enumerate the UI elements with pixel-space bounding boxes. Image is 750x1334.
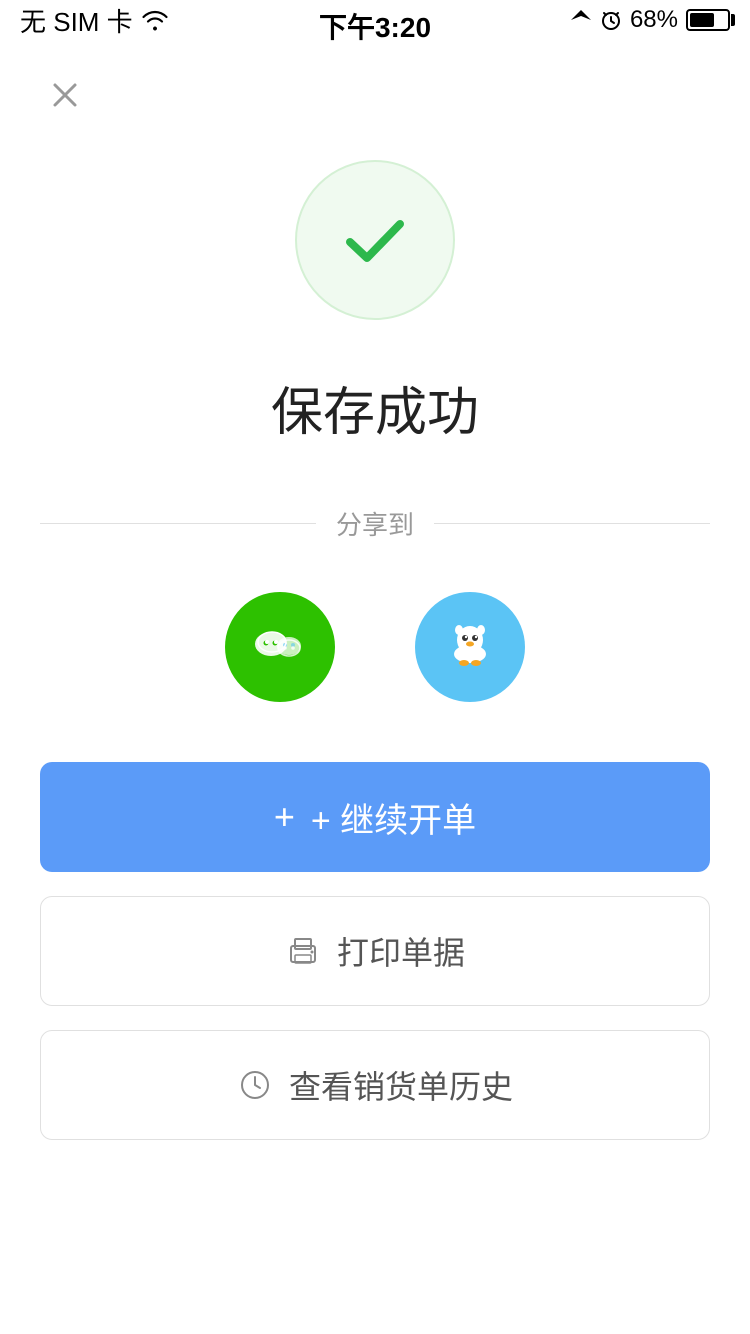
location-icon bbox=[570, 9, 592, 31]
close-icon bbox=[47, 77, 83, 113]
divider-left bbox=[40, 523, 316, 524]
success-title: 保存成功 bbox=[271, 370, 479, 445]
share-divider: 分享到 bbox=[40, 505, 710, 542]
alarm-icon bbox=[600, 9, 622, 31]
status-left: 无 SIM 卡 bbox=[20, 2, 169, 39]
main-content: 保存成功 分享到 bbox=[0, 120, 750, 1334]
status-bar: 无 SIM 卡 下午3:20 68% bbox=[0, 0, 750, 40]
status-time: 下午3:20 bbox=[319, 6, 431, 46]
wechat-icon bbox=[249, 616, 311, 678]
close-button[interactable] bbox=[40, 70, 90, 120]
status-right: 68% bbox=[570, 6, 730, 34]
check-icon bbox=[335, 200, 415, 280]
qq-icon bbox=[439, 616, 501, 678]
wifi-icon bbox=[141, 9, 169, 31]
divider-right bbox=[434, 523, 710, 524]
battery-percent: 68% bbox=[630, 6, 678, 34]
qq-share-button[interactable] bbox=[415, 592, 525, 702]
print-button[interactable]: 打印单据 bbox=[40, 896, 710, 1006]
print-icon bbox=[285, 933, 321, 969]
history-icon bbox=[237, 1067, 273, 1103]
share-icons bbox=[40, 592, 710, 702]
print-label: 打印单据 bbox=[337, 928, 465, 974]
share-section: 分享到 bbox=[40, 505, 710, 702]
continue-label: + 继续开单 bbox=[311, 793, 476, 842]
continue-plus-icon: + bbox=[274, 796, 295, 838]
action-buttons: + + 继续开单 打印单据 查看销货单历史 bbox=[40, 762, 710, 1140]
continue-button[interactable]: + + 继续开单 bbox=[40, 762, 710, 872]
battery-icon bbox=[686, 9, 730, 31]
share-label: 分享到 bbox=[336, 505, 414, 542]
history-button[interactable]: 查看销货单历史 bbox=[40, 1030, 710, 1140]
sim-status: 无 SIM 卡 bbox=[20, 2, 133, 39]
history-label: 查看销货单历史 bbox=[289, 1062, 513, 1108]
success-circle bbox=[295, 160, 455, 320]
wechat-share-button[interactable] bbox=[225, 592, 335, 702]
